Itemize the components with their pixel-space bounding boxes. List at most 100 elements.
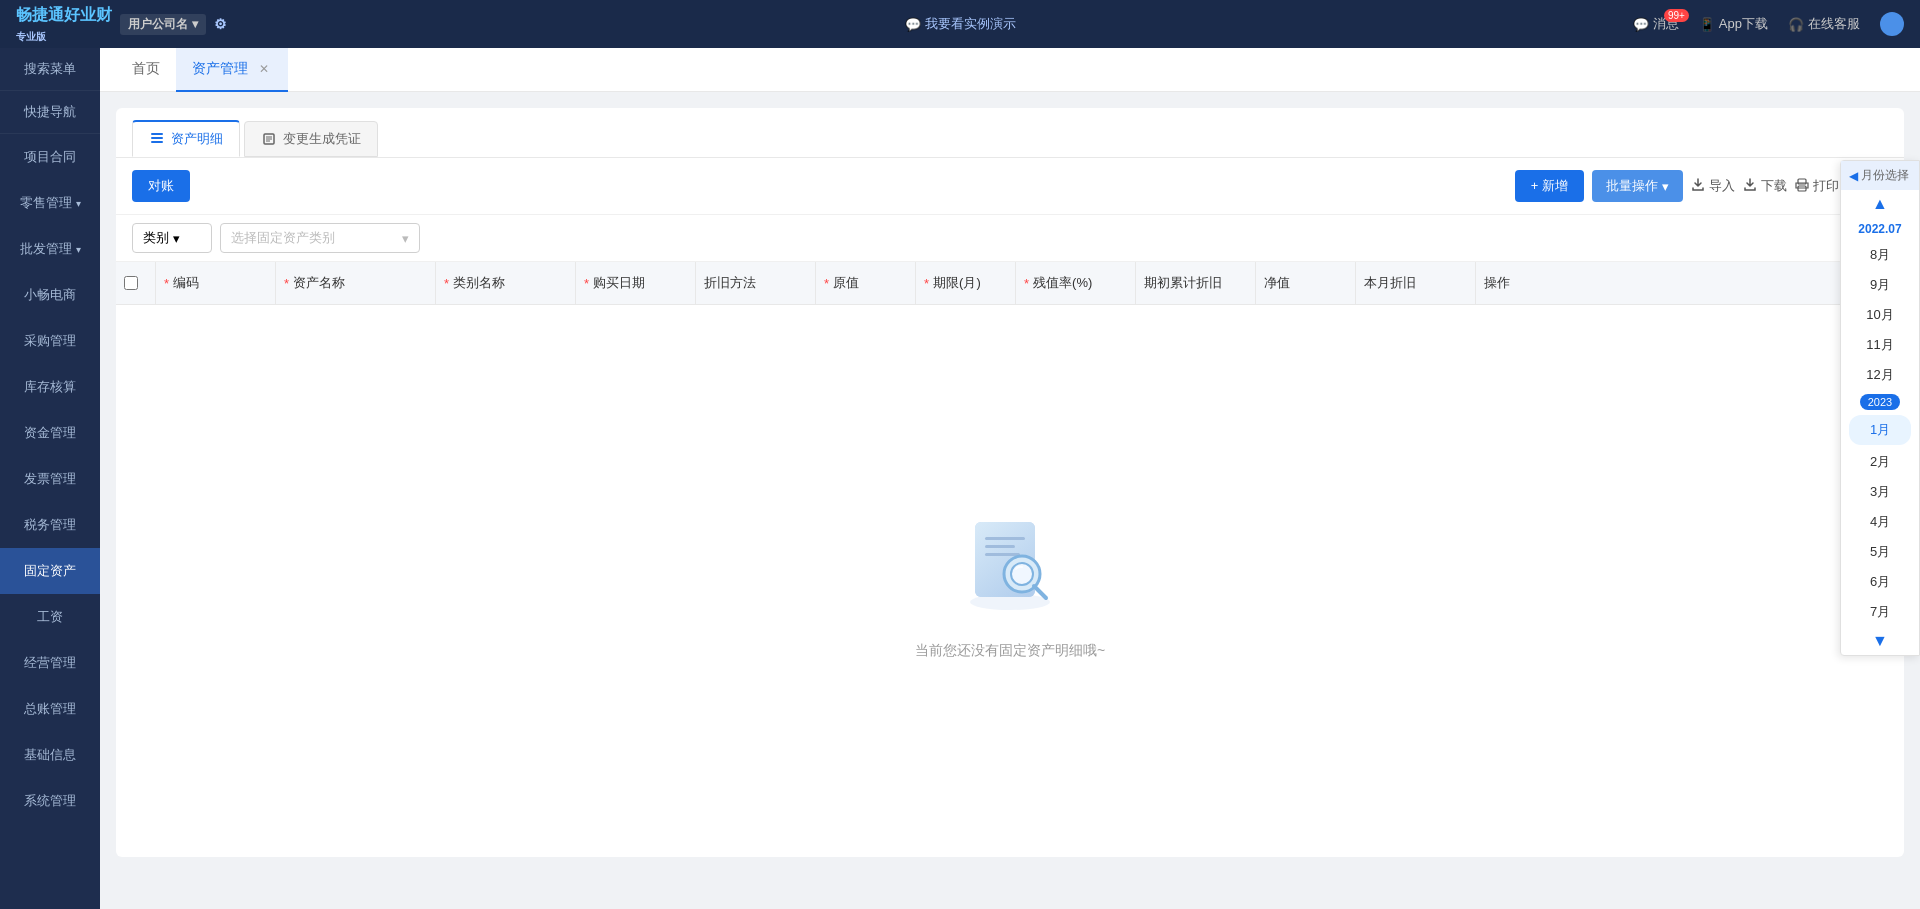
month-panel-title: 月份选择 xyxy=(1861,167,1909,184)
sidebar-item-tax[interactable]: 税务管理 xyxy=(0,502,100,548)
tab-asset-management[interactable]: 资产管理 ✕ xyxy=(176,48,288,92)
th-operation: 操作 xyxy=(1476,262,1576,304)
month-item-1[interactable]: 1月 xyxy=(1849,415,1911,445)
sidebar-item-system[interactable]: 系统管理 xyxy=(0,778,100,824)
sidebar-item-basic-info[interactable]: 基础信息 xyxy=(0,732,100,778)
sub-tab-change-voucher[interactable]: 变更生成凭证 xyxy=(244,121,378,157)
tab-close-icon[interactable]: ✕ xyxy=(256,61,272,77)
sub-tab-asset-detail[interactable]: 资产明细 xyxy=(132,120,240,157)
category-selector[interactable]: 选择固定资产类别 ▾ xyxy=(220,223,420,253)
tax-label: 税务管理 xyxy=(24,517,76,532)
month-nav-up: ▲ xyxy=(1841,190,1919,218)
settings-icon[interactable]: ⚙ xyxy=(214,16,227,32)
app-download-button[interactable]: 📱 App下载 xyxy=(1699,15,1768,33)
month-item-12[interactable]: 12月 xyxy=(1841,360,1919,390)
month-item-5[interactable]: 5月 xyxy=(1841,537,1919,567)
chevron-down-icon-3: ▾ xyxy=(1662,179,1669,194)
sidebar-item-fixed-assets[interactable]: 固定资产 xyxy=(0,548,100,594)
dropdown-icon: ▾ xyxy=(192,17,198,31)
import-icon xyxy=(1691,178,1705,195)
main-layout: 搜索菜单 快捷导航 项目合同 零售管理 ▾ 批发管理 ▾ 小畅电商 采购管理 库… xyxy=(0,48,1920,909)
month-panel-collapse-icon[interactable]: ◀ xyxy=(1849,169,1858,183)
th-depreciation-method: 折旧方法 xyxy=(696,262,816,304)
print-button[interactable]: 打印 xyxy=(1795,177,1839,195)
invoice-label: 发票管理 xyxy=(24,471,76,486)
sidebar-item-search-menu[interactable]: 搜索菜单 xyxy=(0,48,100,91)
sidebar-item-business[interactable]: 经营管理 xyxy=(0,640,100,686)
tab-home-label: 首页 xyxy=(132,60,160,78)
col-operation-label: 操作 xyxy=(1484,274,1510,292)
list-icon xyxy=(149,131,165,147)
svg-rect-9 xyxy=(985,537,1025,540)
month-nav-up-button[interactable]: ▲ xyxy=(1870,194,1890,214)
fixed-assets-label: 固定资产 xyxy=(24,563,76,578)
month-6-label: 6月 xyxy=(1870,574,1890,589)
th-original-value: * 原值 xyxy=(816,262,916,304)
online-service-button[interactable]: 🎧 在线客服 xyxy=(1788,15,1860,33)
category-label: 类别 xyxy=(143,229,169,247)
month-item-4[interactable]: 4月 xyxy=(1841,507,1919,537)
toolbar: 对账 + 新增 批量操作 ▾ xyxy=(116,158,1904,215)
filter-row: 类别 ▾ 选择固定资产类别 ▾ xyxy=(116,215,1904,262)
sidebar-item-project-contract[interactable]: 项目合同 xyxy=(0,134,100,180)
month-7-label: 7月 xyxy=(1870,604,1890,619)
import-button[interactable]: 导入 xyxy=(1691,177,1735,195)
tab-home[interactable]: 首页 xyxy=(116,48,176,92)
empty-text: 当前您还没有固定资产明细哦~ xyxy=(915,642,1105,660)
ecommerce-label: 小畅电商 xyxy=(24,287,76,302)
sidebar-item-retail[interactable]: 零售管理 ▾ xyxy=(0,180,100,226)
download-button[interactable]: 下载 xyxy=(1743,177,1787,195)
message-button[interactable]: 💬 消息 99+ xyxy=(1633,15,1679,33)
print-icon xyxy=(1795,178,1809,195)
month-item-10[interactable]: 10月 xyxy=(1841,300,1919,330)
batch-ops-label: 批量操作 xyxy=(1606,177,1658,195)
sidebar-item-invoice[interactable]: 发票管理 xyxy=(0,456,100,502)
th-checkbox[interactable] xyxy=(116,262,156,304)
sidebar-item-quick-nav[interactable]: 快捷导航 xyxy=(0,91,100,134)
select-all-checkbox[interactable] xyxy=(124,276,138,290)
year-2022-label: 2022.07 xyxy=(1841,218,1919,240)
sidebar-item-wholesale[interactable]: 批发管理 ▾ xyxy=(0,226,100,272)
content-area: 首页 资产管理 ✕ xyxy=(100,48,1920,909)
company-selector[interactable]: 用户公司名 ▾ xyxy=(120,14,206,35)
month-item-9[interactable]: 9月 xyxy=(1841,270,1919,300)
sidebar-item-inventory[interactable]: 库存核算 xyxy=(0,364,100,410)
demo-link[interactable]: 💬 我要看实例演示 xyxy=(905,15,1016,33)
general-ledger-label: 总账管理 xyxy=(24,701,76,716)
user-menu[interactable] xyxy=(1880,12,1904,36)
month-item-7[interactable]: 7月 xyxy=(1841,597,1919,627)
col-period-label: 期限(月) xyxy=(933,274,981,292)
sidebar-item-salary[interactable]: 工资 xyxy=(0,594,100,640)
sidebar-item-general-ledger[interactable]: 总账管理 xyxy=(0,686,100,732)
print-label: 打印 xyxy=(1813,177,1839,195)
col-code-label: 编码 xyxy=(173,274,199,292)
import-label: 导入 xyxy=(1709,177,1735,195)
month-item-6[interactable]: 6月 xyxy=(1841,567,1919,597)
col-net-value-label: 净值 xyxy=(1264,274,1290,292)
business-label: 经营管理 xyxy=(24,655,76,670)
sidebar-item-ecommerce[interactable]: 小畅电商 xyxy=(0,272,100,318)
month-item-3[interactable]: 3月 xyxy=(1841,477,1919,507)
month-item-8[interactable]: 8月 xyxy=(1841,240,1919,270)
col-residual-rate-label: 残值率(%) xyxy=(1033,274,1092,292)
month-nav-down-button[interactable]: ▼ xyxy=(1870,631,1890,651)
month-item-11[interactable]: 11月 xyxy=(1841,330,1919,360)
col-original-value-label: 原值 xyxy=(833,274,859,292)
batch-ops-button[interactable]: 批量操作 ▾ xyxy=(1592,170,1683,202)
selector-arrow-icon: ▾ xyxy=(402,231,409,246)
sidebar-item-finance[interactable]: 资金管理 xyxy=(0,410,100,456)
top-bar-actions: 💬 消息 99+ 📱 App下载 🎧 在线客服 xyxy=(1633,12,1904,36)
month-nav-down: ▼ xyxy=(1841,627,1919,655)
month-item-2[interactable]: 2月 xyxy=(1841,447,1919,477)
online-service-label: 在线客服 xyxy=(1808,15,1860,33)
th-code: * 编码 xyxy=(156,262,276,304)
salary-label: 工资 xyxy=(37,609,63,624)
month-panel-header: ◀ 月份选择 xyxy=(1841,161,1919,190)
sidebar-item-purchase[interactable]: 采购管理 xyxy=(0,318,100,364)
search-label: 搜索菜单 xyxy=(24,61,76,76)
download-label: 下载 xyxy=(1761,177,1787,195)
add-button[interactable]: + 新增 xyxy=(1515,170,1584,202)
reconcile-button[interactable]: 对账 xyxy=(132,170,190,202)
svg-rect-2 xyxy=(151,141,163,143)
category-filter[interactable]: 类别 ▾ xyxy=(132,223,212,253)
